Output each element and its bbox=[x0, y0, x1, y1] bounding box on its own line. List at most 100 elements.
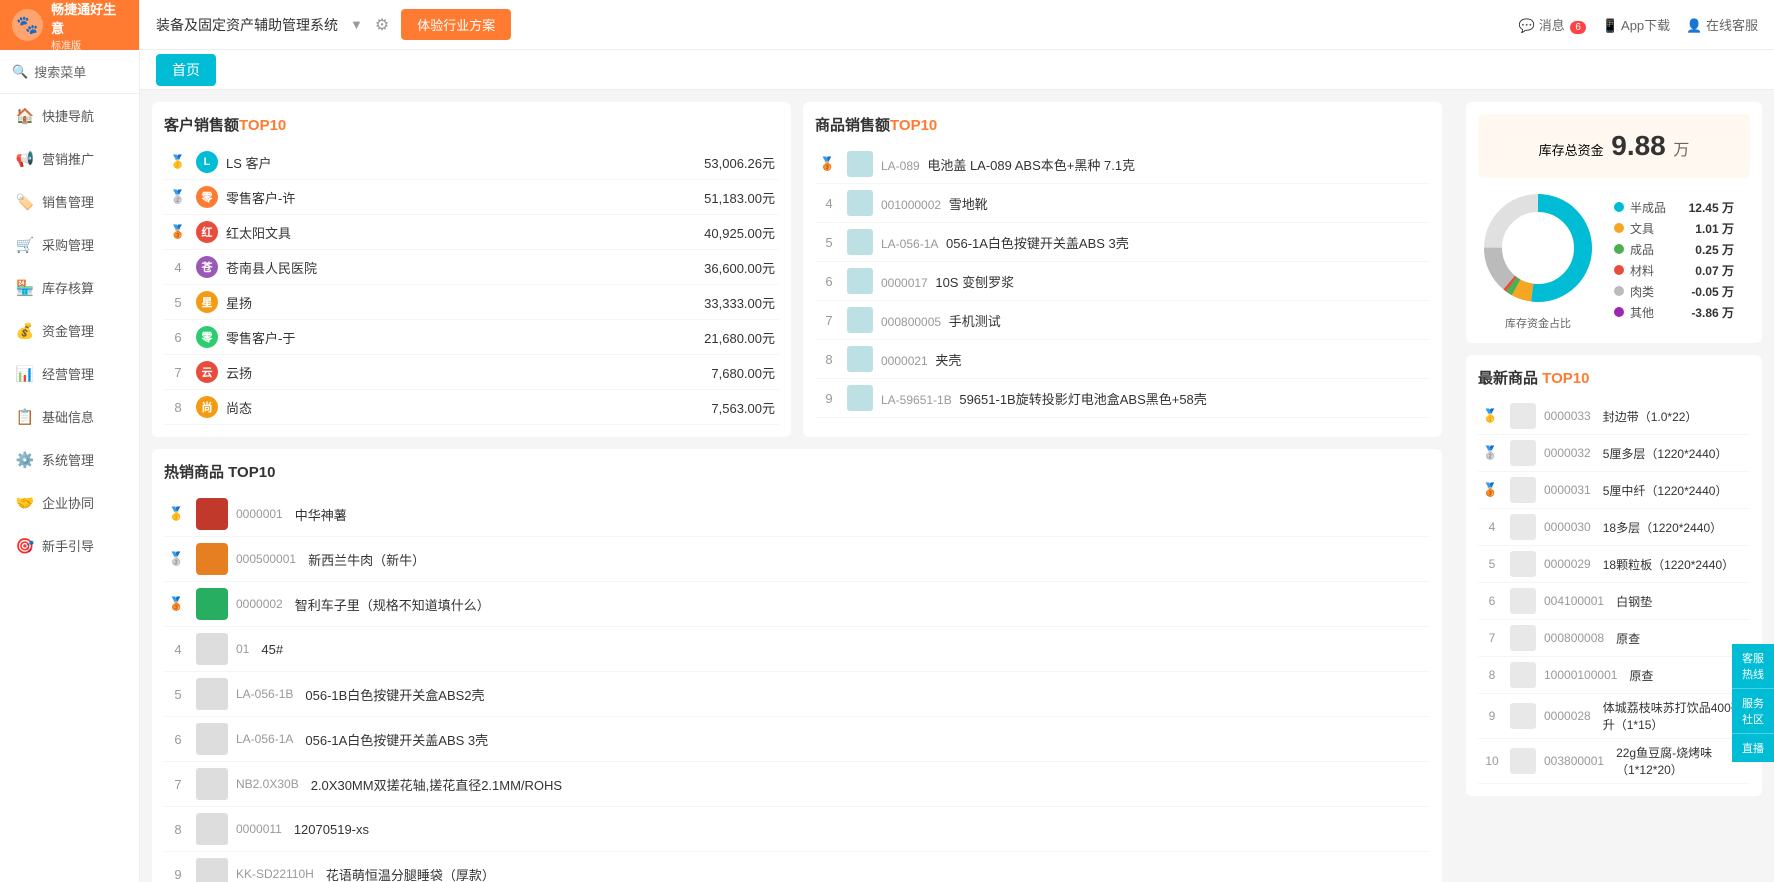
product-code: 0000001 bbox=[236, 507, 283, 521]
rank-medal: 🥈 bbox=[168, 551, 188, 567]
rank-num: 5 bbox=[1482, 557, 1502, 571]
product-name: 2.0X30MM双搓花轴,搓花直径2.1MM/ROHS bbox=[311, 775, 1426, 794]
float-btn-service[interactable]: 服务社区 bbox=[1732, 689, 1774, 734]
table-row: 6 0000017 10S 变刨罗浆 bbox=[815, 262, 1430, 301]
sidebar-item-system[interactable]: ⚙️ 系统管理 bbox=[0, 438, 139, 481]
product-code: 000800008 bbox=[1544, 631, 1604, 645]
rank-num: 8 bbox=[1482, 668, 1502, 682]
product-img bbox=[847, 385, 873, 411]
rank-badge: 零 bbox=[196, 326, 218, 348]
product-img bbox=[196, 858, 228, 882]
product-name: 体城荔枝味苏打饮品400毫升（1*15） bbox=[1603, 699, 1746, 733]
product-img bbox=[847, 229, 873, 255]
product-code: 10000100001 bbox=[1544, 668, 1617, 682]
product-img bbox=[847, 190, 873, 216]
dropdown-icon[interactable]: ▼ bbox=[350, 17, 363, 32]
sidebar-search-section[interactable]: 🔍 搜索菜单 bbox=[0, 50, 139, 94]
inventory-legend: 半成品 12.45 万 文具 1.01 万 成品 0.25 万 bbox=[1614, 199, 1734, 321]
legend-value: 12.45 万 bbox=[1689, 199, 1734, 216]
customer-amount: 51,183.00元 bbox=[704, 188, 775, 207]
content-area: 客户销售额TOP10 🥇 L LS 客户 53,006.26元 🥈 零 bbox=[140, 90, 1774, 882]
trial-button[interactable]: 体验行业方案 bbox=[401, 9, 511, 40]
rank-num: 5 bbox=[168, 687, 188, 702]
customer-name: 云扬 bbox=[226, 363, 703, 382]
rank-num: 6 bbox=[1482, 594, 1502, 608]
product-img bbox=[196, 543, 228, 575]
customer-name: 红太阳文具 bbox=[226, 223, 696, 242]
search-menu-button[interactable]: 🔍 搜索菜单 bbox=[12, 58, 127, 85]
float-btn-live[interactable]: 直播 bbox=[1732, 734, 1774, 762]
messages-btn[interactable]: 💬 消息 6 bbox=[1519, 15, 1586, 34]
list-item: 9 0000028 体城荔枝味苏打饮品400毫升（1*15） bbox=[1478, 694, 1750, 739]
inventory-value: 9.88 bbox=[1611, 130, 1666, 161]
sidebar-item-marketing[interactable]: 📢 营销推广 bbox=[0, 137, 139, 180]
list-item: 8 0000011 12070519-xs bbox=[164, 807, 1430, 852]
product-sales-card: 商品销售额TOP10 🥉 LA-089 电池盖 LA-089 ABS本色+黑种 … bbox=[803, 102, 1442, 437]
product-name: 花语萌恒温分腿睡袋（厚款） bbox=[326, 865, 1426, 882]
sidebar-item-coop[interactable]: 🤝 企业协同 bbox=[0, 481, 139, 524]
product-code: 0000030 bbox=[1544, 520, 1591, 534]
rank-medal: 🥈 bbox=[1482, 445, 1502, 461]
product-name: 雪地靴 bbox=[949, 197, 988, 212]
rank-medal: 🥇 bbox=[168, 506, 188, 522]
customer-amount: 33,333.00元 bbox=[704, 293, 775, 312]
topbar: 装备及固定资产辅助管理系统 ▼ ⚙ 体验行业方案 💬 消息 6 📱 App下载 … bbox=[140, 0, 1774, 50]
product-name: 原查 bbox=[1629, 667, 1746, 684]
inventory-total: 库存总资金 9.88 万 bbox=[1478, 114, 1750, 178]
inventory-unit: 万 bbox=[1673, 142, 1689, 159]
sidebar-item-base[interactable]: 📋 基础信息 bbox=[0, 395, 139, 438]
legend-dot bbox=[1614, 223, 1624, 233]
app-download-btn[interactable]: 📱 App下载 bbox=[1602, 15, 1670, 34]
legend-dot bbox=[1614, 286, 1624, 296]
breadcrumb-home[interactable]: 首页 bbox=[156, 54, 216, 86]
sidebar-item-kuaijie[interactable]: 🏠 快捷导航 bbox=[0, 94, 139, 137]
product-info: LA-089 电池盖 LA-089 ABS本色+黑种 7.1克 bbox=[881, 155, 1426, 174]
product-img bbox=[196, 633, 228, 665]
rank-num: 8 bbox=[168, 822, 188, 837]
product-img bbox=[847, 346, 873, 372]
product-name: 电池盖 LA-089 ABS本色+黑种 7.1克 bbox=[927, 158, 1135, 173]
rank-badge: 云 bbox=[196, 361, 218, 383]
product-code: 000800005 bbox=[881, 315, 941, 329]
settings-icon[interactable]: ⚙ bbox=[375, 15, 389, 35]
inventory-card: 库存总资金 9.88 万 bbox=[1466, 102, 1762, 343]
nav-label-marketing: 营销推广 bbox=[42, 149, 94, 168]
sidebar-item-inventory[interactable]: 🏪 库存核算 bbox=[0, 266, 139, 309]
nav-icon-home: 🏠 bbox=[16, 107, 34, 125]
rank-medal: 🥈 bbox=[168, 189, 188, 205]
customer-name: LS 客户 bbox=[226, 153, 696, 172]
sidebar-item-guide[interactable]: 🎯 新手引导 bbox=[0, 524, 139, 567]
legend-label: 其他 bbox=[1630, 304, 1685, 321]
sidebar-item-operation[interactable]: 📊 经营管理 bbox=[0, 352, 139, 395]
rank-num: 9 bbox=[168, 867, 188, 882]
list-item: 🥉 0000002 智利车子里（规格不知道填什么） bbox=[164, 582, 1430, 627]
float-btn-kefu[interactable]: 客服热线 bbox=[1732, 644, 1774, 689]
sidebar-item-finance[interactable]: 💰 资金管理 bbox=[0, 309, 139, 352]
legend-label: 肉类 bbox=[1630, 283, 1685, 300]
customer-sales-title: 客户销售额TOP10 bbox=[164, 114, 779, 135]
product-name: 056-1B白色按键开关盒ABS2壳 bbox=[305, 685, 1426, 704]
product-info: LA-59651-1B 59651-1B旋转投影灯电池盒ABS黑色+58壳 bbox=[881, 389, 1426, 408]
legend-value: 0.25 万 bbox=[1695, 241, 1734, 258]
product-img bbox=[1510, 440, 1536, 466]
product-code: LA-056-1A bbox=[881, 237, 938, 251]
product-img bbox=[196, 588, 228, 620]
rank-num: 7 bbox=[1482, 631, 1502, 645]
rank-medal: 🥇 bbox=[168, 154, 188, 170]
online-service-btn[interactable]: 👤 在线客服 bbox=[1686, 15, 1758, 34]
rank-num: 7 bbox=[168, 365, 188, 380]
customer-amount: 7,680.00元 bbox=[711, 363, 775, 382]
nav-label-guide: 新手引导 bbox=[42, 536, 94, 555]
rank-num: 10 bbox=[1482, 754, 1502, 768]
product-code: LA-089 bbox=[881, 159, 920, 173]
sidebar-item-purchase[interactable]: 🛒 采购管理 bbox=[0, 223, 139, 266]
product-code: NB2.0X30B bbox=[236, 777, 299, 791]
list-item: 7 NB2.0X30B 2.0X30MM双搓花轴,搓花直径2.1MM/ROHS bbox=[164, 762, 1430, 807]
table-row: 6 零 零售客户-于 21,680.00元 bbox=[164, 320, 779, 355]
nav-icon-sales: 🏷️ bbox=[16, 193, 34, 211]
product-img bbox=[196, 768, 228, 800]
product-name: 056-1A白色按键开关盖ABS 3壳 bbox=[946, 236, 1129, 251]
rank-badge: 苍 bbox=[196, 256, 218, 278]
sidebar-item-sales[interactable]: 🏷️ 销售管理 bbox=[0, 180, 139, 223]
list-item: 7 000800008 原查 bbox=[1478, 620, 1750, 657]
